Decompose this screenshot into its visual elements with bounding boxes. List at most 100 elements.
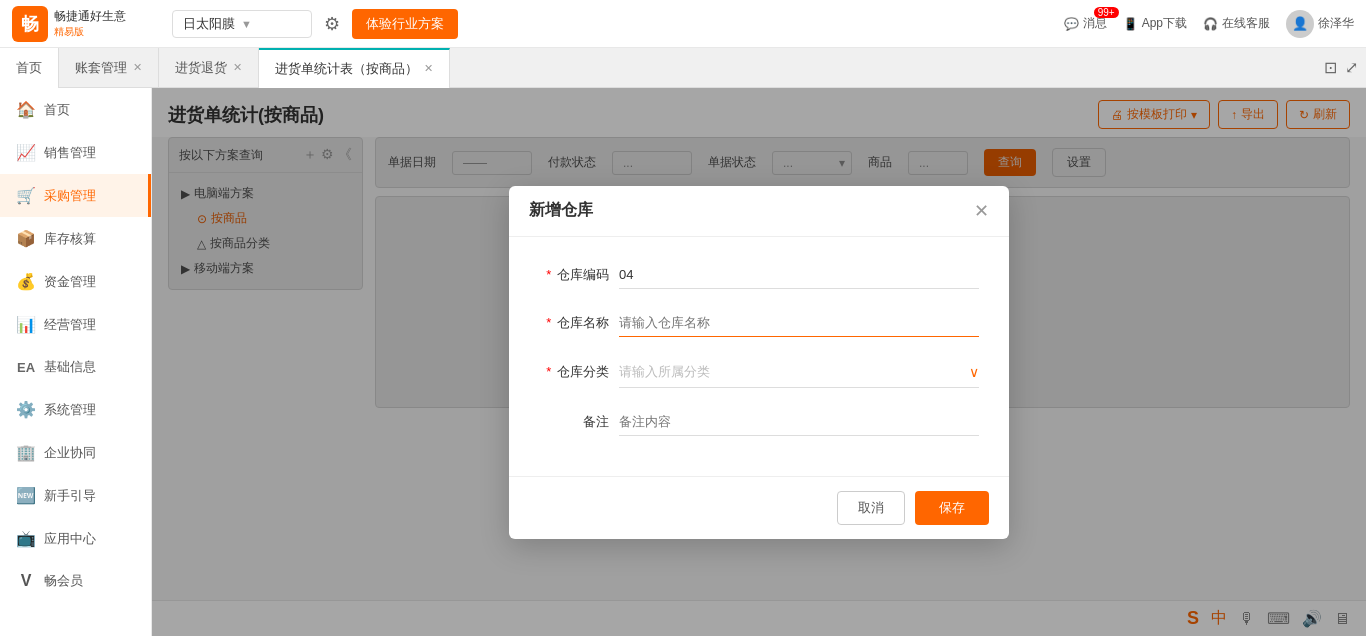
message-badge: 99+	[1094, 7, 1119, 18]
tab-bar-fullscreen[interactable]: ⤢	[1345, 58, 1358, 77]
sidebar-item-purchase[interactable]: 🛒 采购管理	[0, 174, 151, 217]
app-download-label: App下载	[1142, 15, 1187, 32]
logo-area: 畅 畅捷通好生意 精易版	[12, 6, 164, 42]
modal-body: * 仓库编码 * 仓库名称	[509, 237, 1009, 476]
modal-close-button[interactable]: ✕	[974, 200, 989, 222]
accounts-tab-label: 账套管理	[75, 59, 127, 77]
sidebar-item-apps[interactable]: 📺 应用中心	[0, 517, 151, 560]
sidebar-item-home[interactable]: 🏠 首页	[0, 88, 151, 131]
enterprise-icon: 🏢	[16, 443, 36, 462]
purchase-stats-tab-label: 进货单统计表（按商品）	[275, 60, 418, 78]
message-button[interactable]: 💬 消息 99+	[1064, 15, 1107, 32]
tab-purchase-return[interactable]: 进货退货 ✕	[159, 48, 259, 88]
sidebar-item-system[interactable]: ⚙️ 系统管理	[0, 388, 151, 431]
store-dropdown-arrow: ▼	[241, 18, 252, 30]
warehouse-name-row: * 仓库名称	[539, 309, 979, 337]
top-header: 畅 畅捷通好生意 精易版 日太阳膜 ▼ ⚙ 体验行业方案 💬 消息 99+ 📱 …	[0, 0, 1366, 48]
store-selector[interactable]: 日太阳膜 ▼	[172, 10, 312, 38]
home-tab-label: 首页	[16, 59, 42, 77]
warehouse-code-row: * 仓库编码	[539, 261, 979, 289]
code-required-star: *	[546, 267, 551, 282]
online-service-button[interactable]: 🎧 在线客服	[1203, 15, 1270, 32]
logo-badge: 精易版	[54, 25, 126, 39]
sidebar-item-basic-info[interactable]: EA 基础信息	[0, 346, 151, 388]
main-layout: 🏠 首页 📈 销售管理 🛒 采购管理 📦 库存核算 💰 资金管理 📊 经营管理 …	[0, 88, 1366, 636]
sidebar: 🏠 首页 📈 销售管理 🛒 采购管理 📦 库存核算 💰 资金管理 📊 经营管理 …	[0, 88, 152, 636]
warehouse-code-label: * 仓库编码	[539, 266, 619, 284]
sidebar-enterprise-label: 企业协同	[44, 444, 96, 462]
sidebar-item-operation[interactable]: 📊 经营管理	[0, 303, 151, 346]
store-name: 日太阳膜	[183, 15, 235, 33]
sidebar-apps-label: 应用中心	[44, 530, 96, 548]
sidebar-operation-label: 经营管理	[44, 316, 96, 334]
cancel-button[interactable]: 取消	[837, 491, 905, 525]
purchase-return-tab-close[interactable]: ✕	[233, 61, 242, 74]
app-logo-icon: 畅	[12, 6, 48, 42]
settings-icon[interactable]: ⚙	[324, 13, 340, 35]
add-warehouse-modal: 新增仓库 ✕ * 仓库编码	[509, 186, 1009, 539]
modal-header: 新增仓库 ✕	[509, 186, 1009, 237]
sidebar-home-label: 首页	[44, 101, 70, 119]
home-icon: 🏠	[16, 100, 36, 119]
sidebar-guide-label: 新手引导	[44, 487, 96, 505]
guide-icon: 🆕	[16, 486, 36, 505]
modal-footer: 取消 保存	[509, 476, 1009, 539]
warehouse-code-input[interactable]	[619, 261, 979, 289]
phone-icon: 📱	[1123, 17, 1138, 31]
finance-icon: 💰	[16, 272, 36, 291]
member-icon: V	[16, 572, 36, 590]
app-download-button[interactable]: 📱 App下载	[1123, 15, 1187, 32]
sidebar-sales-label: 销售管理	[44, 144, 96, 162]
tab-home[interactable]: 首页	[0, 48, 59, 88]
sidebar-purchase-label: 采购管理	[44, 187, 96, 205]
tab-bar-actions: ⊡ ⤢	[1324, 58, 1366, 77]
purchase-icon: 🛒	[16, 186, 36, 205]
header-actions: 💬 消息 99+ 📱 App下载 🎧 在线客服 👤 徐泽华	[1064, 10, 1354, 38]
sales-icon: 📈	[16, 143, 36, 162]
warehouse-note-row: 备注	[539, 408, 979, 436]
purchase-stats-tab-close[interactable]: ✕	[424, 62, 433, 75]
sidebar-finance-label: 资金管理	[44, 273, 96, 291]
online-service-label: 在线客服	[1222, 15, 1270, 32]
message-icon: 💬	[1064, 17, 1079, 31]
basic-info-icon: EA	[16, 360, 36, 375]
tab-bar-restore[interactable]: ⊡	[1324, 58, 1337, 77]
warehouse-category-select[interactable]: 请输入所属分类 ∨	[619, 357, 979, 388]
user-avatar: 👤	[1286, 10, 1314, 38]
sidebar-item-guide[interactable]: 🆕 新手引导	[0, 474, 151, 517]
warehouse-name-label: * 仓库名称	[539, 314, 619, 332]
modal-overlay: 新增仓库 ✕ * 仓库编码	[152, 88, 1366, 636]
sidebar-item-member[interactable]: V 畅会员	[0, 560, 151, 602]
warehouse-note-input[interactable]	[619, 408, 979, 436]
category-required-star: *	[546, 364, 551, 379]
logo-text-block: 畅捷通好生意 精易版	[54, 8, 126, 39]
sidebar-inventory-label: 库存核算	[44, 230, 96, 248]
content-area: 进货单统计(按商品) 🖨 按模板打印 ▾ ↑ 导出 ↻ 刷新	[152, 88, 1366, 636]
category-dropdown-icon: ∨	[969, 364, 979, 380]
sidebar-member-label: 畅会员	[44, 572, 83, 590]
system-icon: ⚙️	[16, 400, 36, 419]
warehouse-category-row: * 仓库分类 请输入所属分类 ∨	[539, 357, 979, 388]
apps-icon: 📺	[16, 529, 36, 548]
warehouse-note-label: 备注	[539, 413, 619, 431]
name-required-star: *	[546, 315, 551, 330]
warehouse-name-input[interactable]	[619, 309, 979, 337]
save-button[interactable]: 保存	[915, 491, 989, 525]
inventory-icon: 📦	[16, 229, 36, 248]
trial-button[interactable]: 体验行业方案	[352, 9, 458, 39]
warehouse-category-label: * 仓库分类	[539, 363, 619, 381]
sidebar-item-inventory[interactable]: 📦 库存核算	[0, 217, 151, 260]
category-placeholder: 请输入所属分类	[619, 363, 710, 381]
modal-title: 新增仓库	[529, 200, 593, 221]
username-label: 徐泽华	[1318, 15, 1354, 32]
tab-purchase-stats[interactable]: 进货单统计表（按商品） ✕	[259, 48, 450, 88]
sidebar-basic-info-label: 基础信息	[44, 358, 96, 376]
operation-icon: 📊	[16, 315, 36, 334]
sidebar-item-enterprise[interactable]: 🏢 企业协同	[0, 431, 151, 474]
tab-accounts[interactable]: 账套管理 ✕	[59, 48, 159, 88]
sidebar-item-finance[interactable]: 💰 资金管理	[0, 260, 151, 303]
logo-title: 畅捷通好生意	[54, 8, 126, 25]
user-button[interactable]: 👤 徐泽华	[1286, 10, 1354, 38]
accounts-tab-close[interactable]: ✕	[133, 61, 142, 74]
sidebar-item-sales[interactable]: 📈 销售管理	[0, 131, 151, 174]
